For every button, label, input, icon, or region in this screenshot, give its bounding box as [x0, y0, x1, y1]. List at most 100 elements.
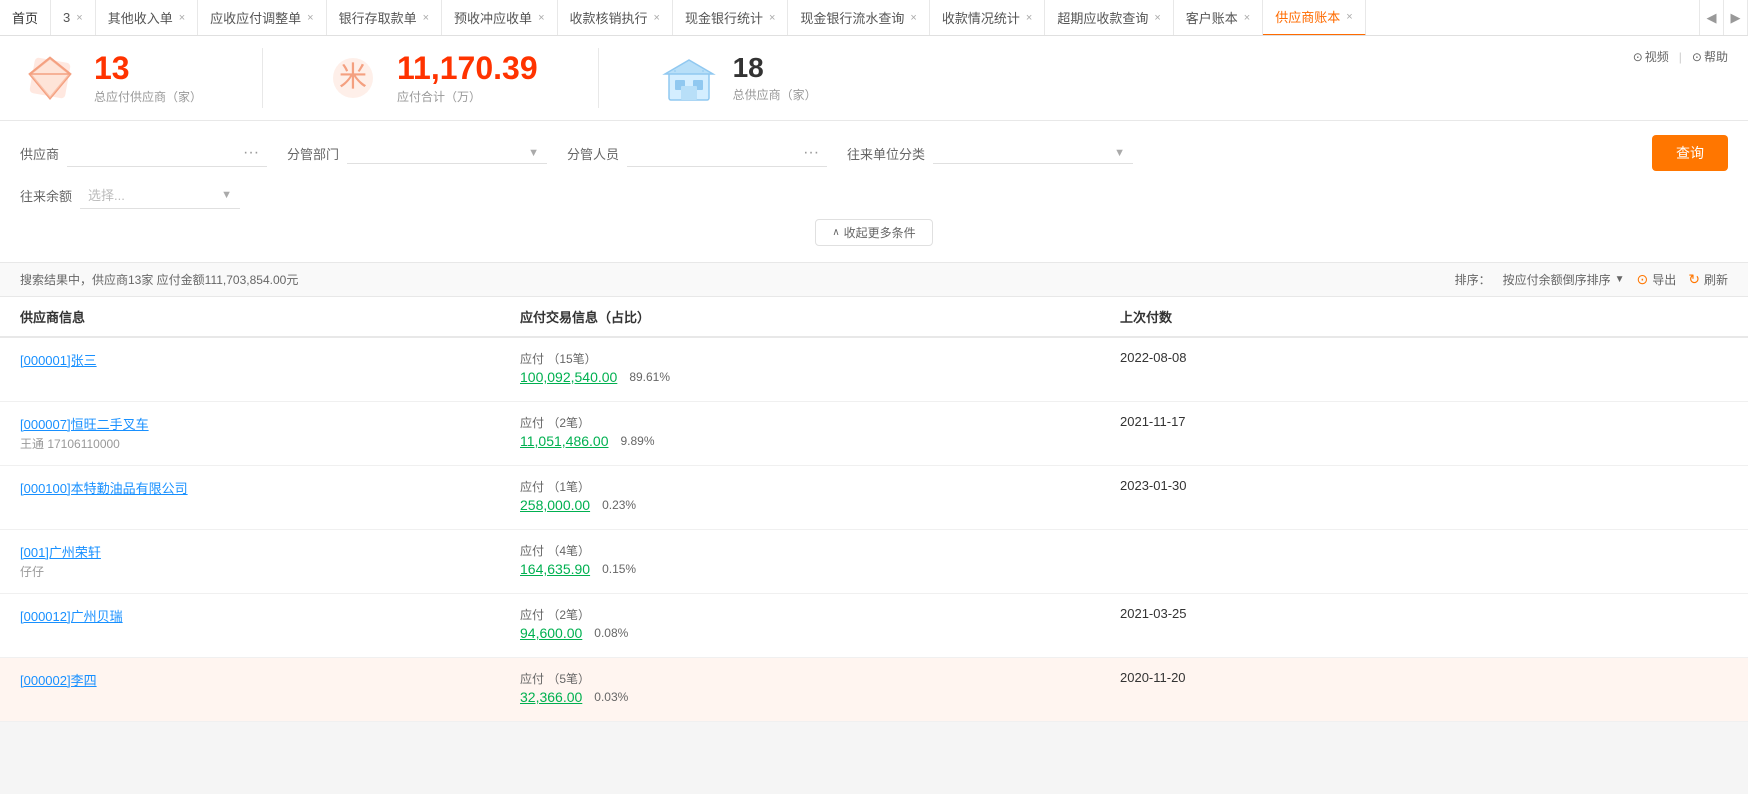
nav-tab-3[interactable]: 3 ×	[51, 0, 96, 36]
payable-amount[interactable]: 32,366.00	[520, 689, 582, 705]
supplier-filter-dots[interactable]: ···	[243, 144, 259, 162]
nav-tab-3-label: 3	[63, 10, 70, 25]
nav-tab-cash-bank-flow-close[interactable]: ×	[910, 12, 916, 24]
supplier-link[interactable]: [000012]广州贝瑞	[20, 606, 520, 625]
search-button[interactable]: 查询	[1652, 135, 1728, 171]
supplier-link[interactable]: [000001]张三	[20, 350, 520, 369]
link-separator: |	[1679, 50, 1682, 64]
stat-total-payable-suppliers-label: 总应付供应商（家）	[94, 88, 202, 105]
nav-tab-pre-receive-close[interactable]: ×	[538, 12, 544, 24]
nav-tab-bank-deposit-close[interactable]: ×	[423, 12, 429, 24]
nav-tab-supplier-book-close[interactable]: ×	[1346, 11, 1352, 23]
person-filter-input-wrapper[interactable]: ···	[627, 140, 827, 167]
payable-info-cell: 应付 （15笔） 100,092,540.00 89.61%	[520, 350, 1120, 385]
nav-tab-bank-deposit[interactable]: 银行存取款单 ×	[327, 0, 442, 36]
supplier-info-cell: [000002]李四	[20, 670, 520, 689]
nav-arrow-left[interactable]: ◀	[1700, 0, 1724, 36]
payable-amount[interactable]: 258,000.00	[520, 497, 590, 513]
nav-tab-other-income[interactable]: 其他收入单 ×	[96, 0, 198, 36]
nav-tab-receipt-stat-label: 收款情况统计	[942, 8, 1020, 27]
last-pay-date: 2021-03-25	[1120, 606, 1187, 621]
supplier-sub: 王通 17106110000	[20, 435, 520, 452]
help-label: 帮助	[1704, 48, 1728, 65]
results-bar: 搜索结果中，供应商13家 应付金额111,703,854.00元 排序： 按应付…	[0, 263, 1748, 297]
table-row: [000100]本特勤油品有限公司 应付 （1笔） 258,000.00 0.2…	[0, 466, 1748, 530]
nav-tab-ar-ap-adjust[interactable]: 应收应付调整单 ×	[198, 0, 326, 36]
nav-tab-other-income-label: 其他收入单	[108, 8, 173, 27]
video-link[interactable]: ⊙ 视频	[1633, 48, 1669, 65]
stat-total-suppliers-label: 总供应商（家）	[733, 86, 817, 103]
payable-pct: 0.23%	[602, 498, 636, 512]
stat-total-payable-amount-text: 11,170.39 应付合计（万）	[397, 52, 538, 105]
payable-amount[interactable]: 100,092,540.00	[520, 369, 617, 385]
nav-tab-ar-ap-adjust-close[interactable]: ×	[307, 12, 313, 24]
payable-amount[interactable]: 11,051,486.00	[520, 433, 609, 449]
nav-tab-home[interactable]: 首页	[0, 0, 51, 36]
supplier-filter-input-wrapper[interactable]: ···	[67, 140, 267, 167]
filter-person: 分管人员 ···	[567, 140, 827, 167]
nav-tab-ar-ap-adjust-label: 应收应付调整单	[210, 8, 301, 27]
results-summary: 搜索结果中，供应商13家 应付金额111,703,854.00元	[20, 271, 298, 288]
payable-amount[interactable]: 94,600.00	[520, 625, 582, 641]
nav-tab-customer-book-close[interactable]: ×	[1244, 12, 1250, 24]
help-link[interactable]: ⊙ 帮助	[1692, 48, 1728, 65]
nav-tab-overdue-ar[interactable]: 超期应收款查询 ×	[1045, 0, 1173, 36]
nav-tab-cash-bank-stat-close[interactable]: ×	[769, 12, 775, 24]
supplier-link[interactable]: [000100]本特勤油品有限公司	[20, 478, 520, 497]
sort-chevron-icon: ▼	[1615, 274, 1625, 285]
last-pay-cell: 2022-08-08	[1120, 350, 1728, 365]
supplier-link[interactable]: [000007]恒旺二手叉车	[20, 414, 520, 433]
top-right-links: ⊙ 视频 | ⊙ 帮助	[1633, 48, 1728, 65]
category-filter-input-wrapper[interactable]: ▼	[933, 143, 1133, 164]
dept-filter-label: 分管部门	[287, 144, 339, 163]
payable-row: 100,092,540.00 89.61%	[520, 369, 1120, 385]
nav-tab-cash-bank-flow[interactable]: 现金银行流水查询 ×	[788, 0, 929, 36]
payable-pct: 89.61%	[629, 370, 670, 384]
col-header-last-pay: 上次付数	[1120, 307, 1728, 326]
nav-tab-customer-book[interactable]: 客户账本 ×	[1174, 0, 1263, 36]
nav-tab-cash-bank-stat[interactable]: 现金银行统计 ×	[673, 0, 788, 36]
col-header-supplier: 供应商信息	[20, 307, 520, 326]
nav-tab-receipt-stat[interactable]: 收款情况统计 ×	[930, 0, 1045, 36]
payable-amount[interactable]: 164,635.90	[520, 561, 590, 577]
svg-text:米: 米	[339, 61, 367, 92]
rice-icon: 米	[323, 48, 383, 108]
last-pay-cell: 2023-01-30	[1120, 478, 1728, 493]
balance-filter-input-wrapper[interactable]: 选择... ▼	[80, 181, 240, 209]
dept-filter-input-wrapper[interactable]: ▼	[347, 143, 547, 164]
nav-tab-receipt-verify-close[interactable]: ×	[654, 12, 660, 24]
table-header: 供应商信息 应付交易信息（占比） 上次付数	[0, 297, 1748, 338]
filter-supplier: 供应商 ···	[20, 140, 267, 167]
stat-total-payable-suppliers-text: 13 总应付供应商（家）	[94, 52, 202, 105]
export-button[interactable]: ⊙ 导出	[1637, 271, 1677, 288]
last-pay-date: 2023-01-30	[1120, 478, 1187, 493]
refresh-button[interactable]: ↻ 刷新	[1688, 271, 1728, 288]
collapse-label: 收起更多条件	[844, 224, 916, 241]
sort-select[interactable]: 按应付余额倒序排序 ▼	[1503, 271, 1625, 288]
nav-tab-pre-receive[interactable]: 预收冲应收单 ×	[442, 0, 557, 36]
nav-tab-cash-bank-flow-label: 现金银行流水查询	[800, 8, 904, 27]
supplier-link[interactable]: [000002]李四	[20, 670, 520, 689]
nav-arrow-right[interactable]: ▶	[1724, 0, 1748, 36]
supplier-link[interactable]: [001]广州荣轩	[20, 542, 520, 561]
nav-tab-supplier-book[interactable]: 供应商账本 ×	[1263, 0, 1365, 36]
filter-row-2: 往来余额 选择... ▼	[20, 181, 1728, 209]
payable-pct: 0.03%	[594, 690, 628, 704]
payable-label: 应付 （2笔）	[520, 606, 1120, 623]
nav-tab-receipt-verify[interactable]: 收款核销执行 ×	[558, 0, 673, 36]
last-pay-cell: 2021-11-17	[1120, 414, 1728, 429]
nav-tab-overdue-ar-close[interactable]: ×	[1154, 12, 1160, 24]
payable-pct: 0.15%	[602, 562, 636, 576]
nav-tab-3-close[interactable]: ×	[76, 12, 82, 24]
last-pay-cell: 2021-03-25	[1120, 606, 1728, 621]
collapse-chevron-icon: ∧	[832, 227, 839, 238]
payable-label: 应付 （4笔）	[520, 542, 1120, 559]
nav-tab-other-income-close[interactable]: ×	[179, 12, 185, 24]
refresh-icon: ↻	[1688, 271, 1700, 288]
nav-tab-pre-receive-label: 预收冲应收单	[454, 8, 532, 27]
nav-tab-receipt-stat-close[interactable]: ×	[1026, 12, 1032, 24]
table-row: [000001]张三 应付 （15笔） 100,092,540.00 89.61…	[0, 338, 1748, 402]
stats-bar: 13 总应付供应商（家） 米 11,170.39 应付合计（万）	[0, 36, 1748, 121]
person-filter-dots[interactable]: ···	[803, 144, 819, 162]
collapse-button[interactable]: ∧ 收起更多条件	[815, 219, 932, 246]
